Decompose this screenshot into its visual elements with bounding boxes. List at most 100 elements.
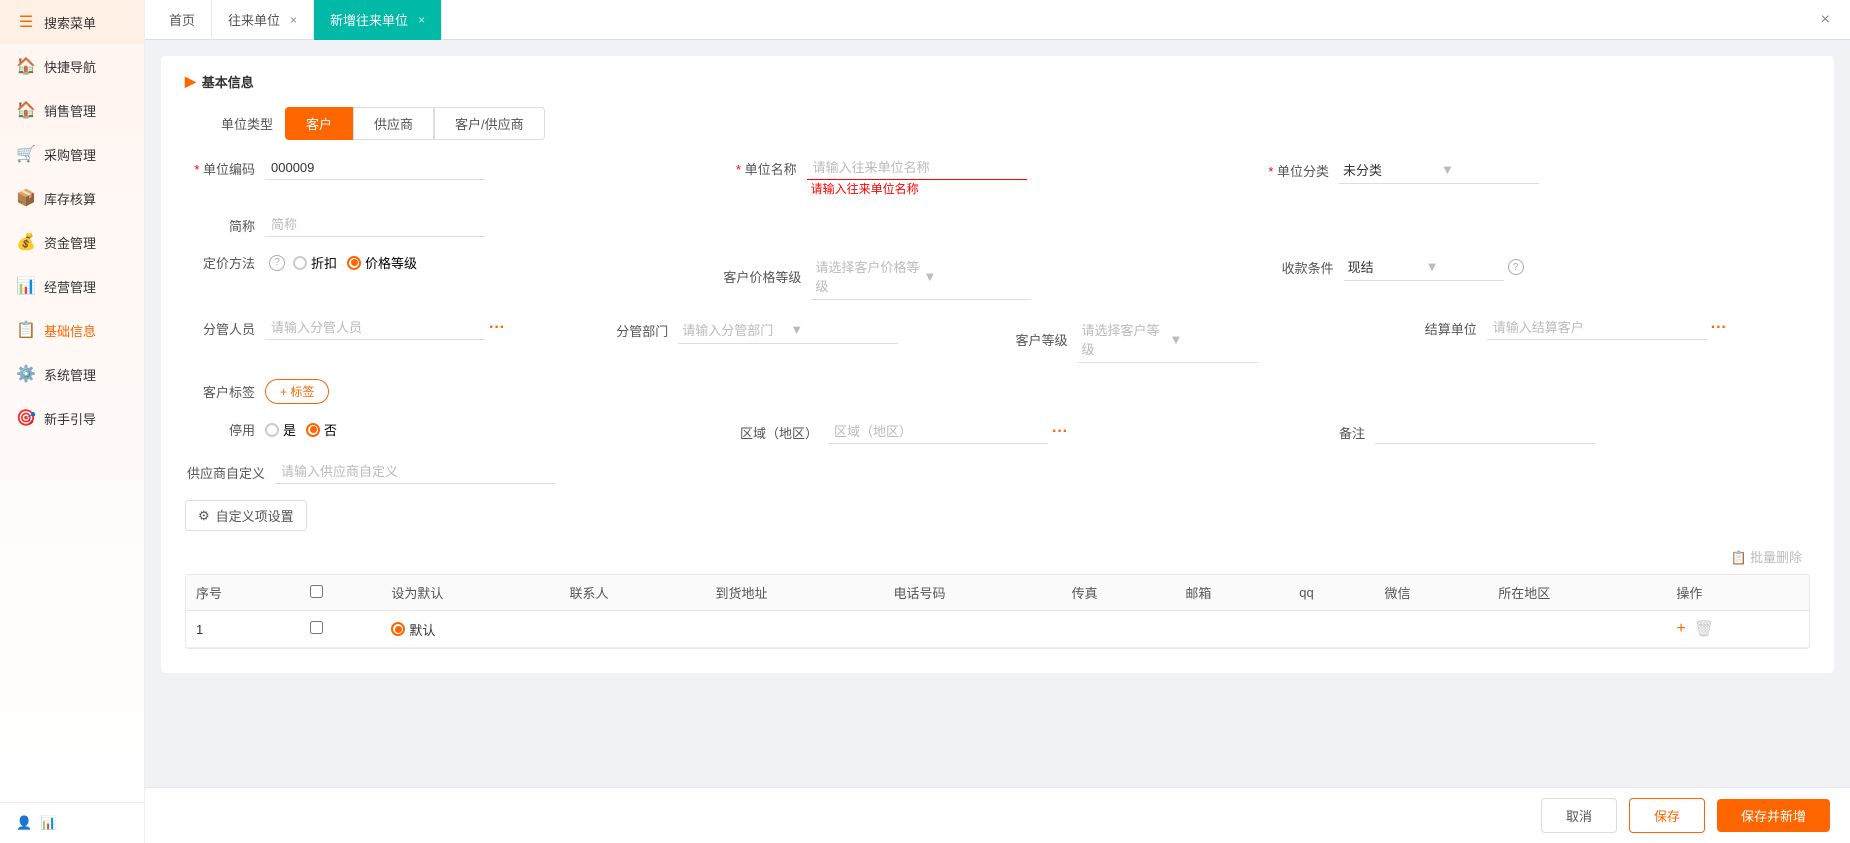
group-department: 分管部门 请输入分管部门 ▼ — [598, 316, 991, 344]
short-name-label: 简称 — [185, 216, 265, 235]
sidebar-item-inventory[interactable]: 📦 库存核算 — [0, 176, 144, 220]
add-tag-button[interactable]: + 标签 — [265, 379, 329, 404]
window-close-button[interactable]: × — [1809, 11, 1842, 29]
tab-partners-close[interactable]: × — [290, 13, 297, 27]
tab-home[interactable]: 首页 — [153, 0, 212, 40]
row-fax — [1062, 611, 1176, 648]
sidebar-label-shortcut: 快捷导航 — [44, 57, 96, 76]
unit-name-label: 单位名称 — [727, 159, 807, 178]
sidebar-item-guide[interactable]: 🎯 新手引导 — [0, 396, 144, 440]
inventory-icon: 📦 — [16, 188, 36, 208]
sidebar-item-finance[interactable]: 💰 资金管理 — [0, 220, 144, 264]
disabled-no-circle — [306, 423, 320, 437]
row-pricing: 定价方法 ? 折扣 价格等级 客户价格等级 — [185, 253, 1810, 300]
tab-new-partner[interactable]: 新增往来单位 × — [314, 0, 442, 40]
payment-terms-select[interactable]: 现结 ▼ — [1344, 253, 1504, 281]
pricing-help-icon[interactable]: ? — [269, 255, 285, 271]
sidebar-item-search[interactable]: ☰ 搜索菜单 — [0, 0, 144, 44]
customer-price-level-placeholder: 请选择客户价格等级 — [815, 257, 919, 295]
pricing-label: 定价方法 — [185, 253, 265, 272]
type-btn-customer[interactable]: 客户 — [285, 107, 353, 140]
search-icon: ☰ — [16, 12, 36, 32]
sidebar-item-shortcut[interactable]: 🏠 快捷导航 — [0, 44, 144, 88]
customer-price-level-select[interactable]: 请选择客户价格等级 ▼ — [811, 253, 1031, 300]
type-btn-supplier[interactable]: 供应商 — [353, 107, 434, 140]
sidebar-item-sales[interactable]: 🏠 销售管理 — [0, 88, 144, 132]
tab-new-partner-close[interactable]: × — [418, 13, 425, 27]
row-checkbox-input[interactable] — [310, 621, 323, 634]
sidebar-item-system[interactable]: ⚙️ 系统管理 — [0, 352, 144, 396]
type-btn-both[interactable]: 客户/供应商 — [434, 107, 545, 140]
pricing-radio-discount[interactable]: 折扣 — [293, 253, 337, 272]
row-delete-button[interactable]: 🗑 — [1694, 619, 1714, 639]
supplier-custom-input[interactable] — [275, 460, 555, 484]
batch-delete-label[interactable]: 批量删除 — [1750, 550, 1802, 565]
unit-category-select[interactable]: 未分类 ▼ — [1339, 156, 1539, 184]
row-tags: 客户标签 + 标签 — [185, 379, 1810, 404]
short-name-input[interactable] — [265, 213, 485, 237]
row-email — [1175, 611, 1289, 648]
sidebar-bottom-icon: 👤 — [16, 815, 32, 831]
col-phone: 电话号码 — [884, 575, 1062, 611]
area-input[interactable] — [828, 420, 1048, 444]
sidebar-label-purchase: 采购管理 — [44, 145, 96, 164]
pricing-radio-price-level[interactable]: 价格等级 — [347, 253, 417, 272]
col-delivery-addr: 到货地址 — [705, 575, 883, 611]
section-title-icon: ▶ — [185, 73, 196, 90]
sidebar: ☰ 搜索菜单 🏠 快捷导航 🏠 销售管理 🛒 采购管理 📦 库存核算 💰 资金管… — [0, 0, 145, 843]
group-payment-terms: 收款条件 现结 ▼ ? — [1274, 253, 1810, 281]
cancel-button[interactable]: 取消 — [1541, 798, 1617, 833]
custom-settings-button[interactable]: ⚙ 自定义项设置 — [185, 500, 307, 531]
sidebar-item-basic[interactable]: 📋 基础信息 — [0, 308, 144, 352]
row-add-button[interactable]: + — [1676, 620, 1685, 638]
finance-icon: 💰 — [16, 232, 36, 252]
group-unit-category: 单位分类 未分类 ▼ — [1268, 156, 1810, 184]
section-title-basic: ▶ 基本信息 — [185, 72, 1810, 91]
area-dots-btn[interactable]: ··· — [1048, 423, 1072, 441]
payment-terms-help-icon[interactable]: ? — [1508, 259, 1524, 275]
unit-type-row: 单位类型 客户 供应商 客户/供应商 — [185, 107, 1810, 140]
department-select[interactable]: 请输入分管部门 ▼ — [678, 316, 898, 344]
shortcut-icon: 🏠 — [16, 56, 36, 76]
content-area: ▶ 基本信息 单位类型 客户 供应商 客户/供应商 单位编码 — [145, 40, 1850, 787]
col-qq: qq — [1289, 575, 1374, 611]
row-default-radio[interactable]: 默认 — [391, 620, 549, 639]
row-region — [1488, 611, 1666, 648]
select-all-checkbox[interactable] — [310, 585, 323, 598]
sidebar-label-inventory: 库存核算 — [44, 189, 96, 208]
row-delivery-addr — [705, 611, 883, 648]
group-customer-price-level: 客户价格等级 请选择客户价格等级 ▼ — [721, 253, 1257, 300]
tab-home-label: 首页 — [169, 10, 195, 29]
payment-terms-value: 现结 — [1348, 257, 1422, 276]
settlement-input[interactable] — [1487, 316, 1707, 340]
settlement-dots-btn[interactable]: ··· — [1707, 319, 1731, 337]
unit-code-label: 单位编码 — [185, 159, 265, 178]
sidebar-item-purchase[interactable]: 🛒 采购管理 — [0, 132, 144, 176]
tab-partners[interactable]: 往来单位 × — [212, 0, 314, 40]
customer-price-level-label: 客户价格等级 — [721, 267, 811, 286]
unit-name-input[interactable] — [807, 156, 1027, 180]
department-chevron: ▼ — [790, 322, 894, 337]
manager-input[interactable] — [265, 316, 485, 340]
batch-delete-icon: 📋 — [1730, 550, 1746, 565]
sidebar-label-basic: 基础信息 — [44, 321, 96, 340]
customer-level-label: 客户等级 — [1008, 330, 1078, 349]
save-new-button[interactable]: 保存并新增 — [1717, 799, 1830, 832]
row-seq: 1 — [186, 611, 300, 648]
row-qq — [1289, 611, 1374, 648]
save-button[interactable]: 保存 — [1629, 798, 1705, 833]
manager-dots-btn[interactable]: ··· — [485, 319, 509, 337]
purchase-icon: 🛒 — [16, 144, 36, 164]
sidebar-item-operations[interactable]: 📊 经营管理 — [0, 264, 144, 308]
pricing-radio-discount-label: 折扣 — [311, 253, 337, 272]
unit-category-label: 单位分类 — [1268, 161, 1339, 180]
disabled-radio-no[interactable]: 否 — [306, 420, 337, 439]
disabled-radio-yes[interactable]: 是 — [265, 420, 296, 439]
unit-code-input[interactable] — [265, 156, 485, 180]
operations-icon: 📊 — [16, 276, 36, 296]
remark-input[interactable] — [1375, 420, 1595, 444]
table-header-row: 序号 设为默认 联系人 到货地址 电话号码 传真 邮箱 qq 微信 所在地区 操… — [186, 575, 1809, 611]
row-disabled-area-remark: 停用 是 否 区域（地区） ··· — [185, 420, 1810, 444]
contacts-table: 序号 设为默认 联系人 到货地址 电话号码 传真 邮箱 qq 微信 所在地区 操… — [186, 575, 1809, 648]
customer-level-select[interactable]: 请选择客户等级 ▼ — [1078, 316, 1258, 363]
